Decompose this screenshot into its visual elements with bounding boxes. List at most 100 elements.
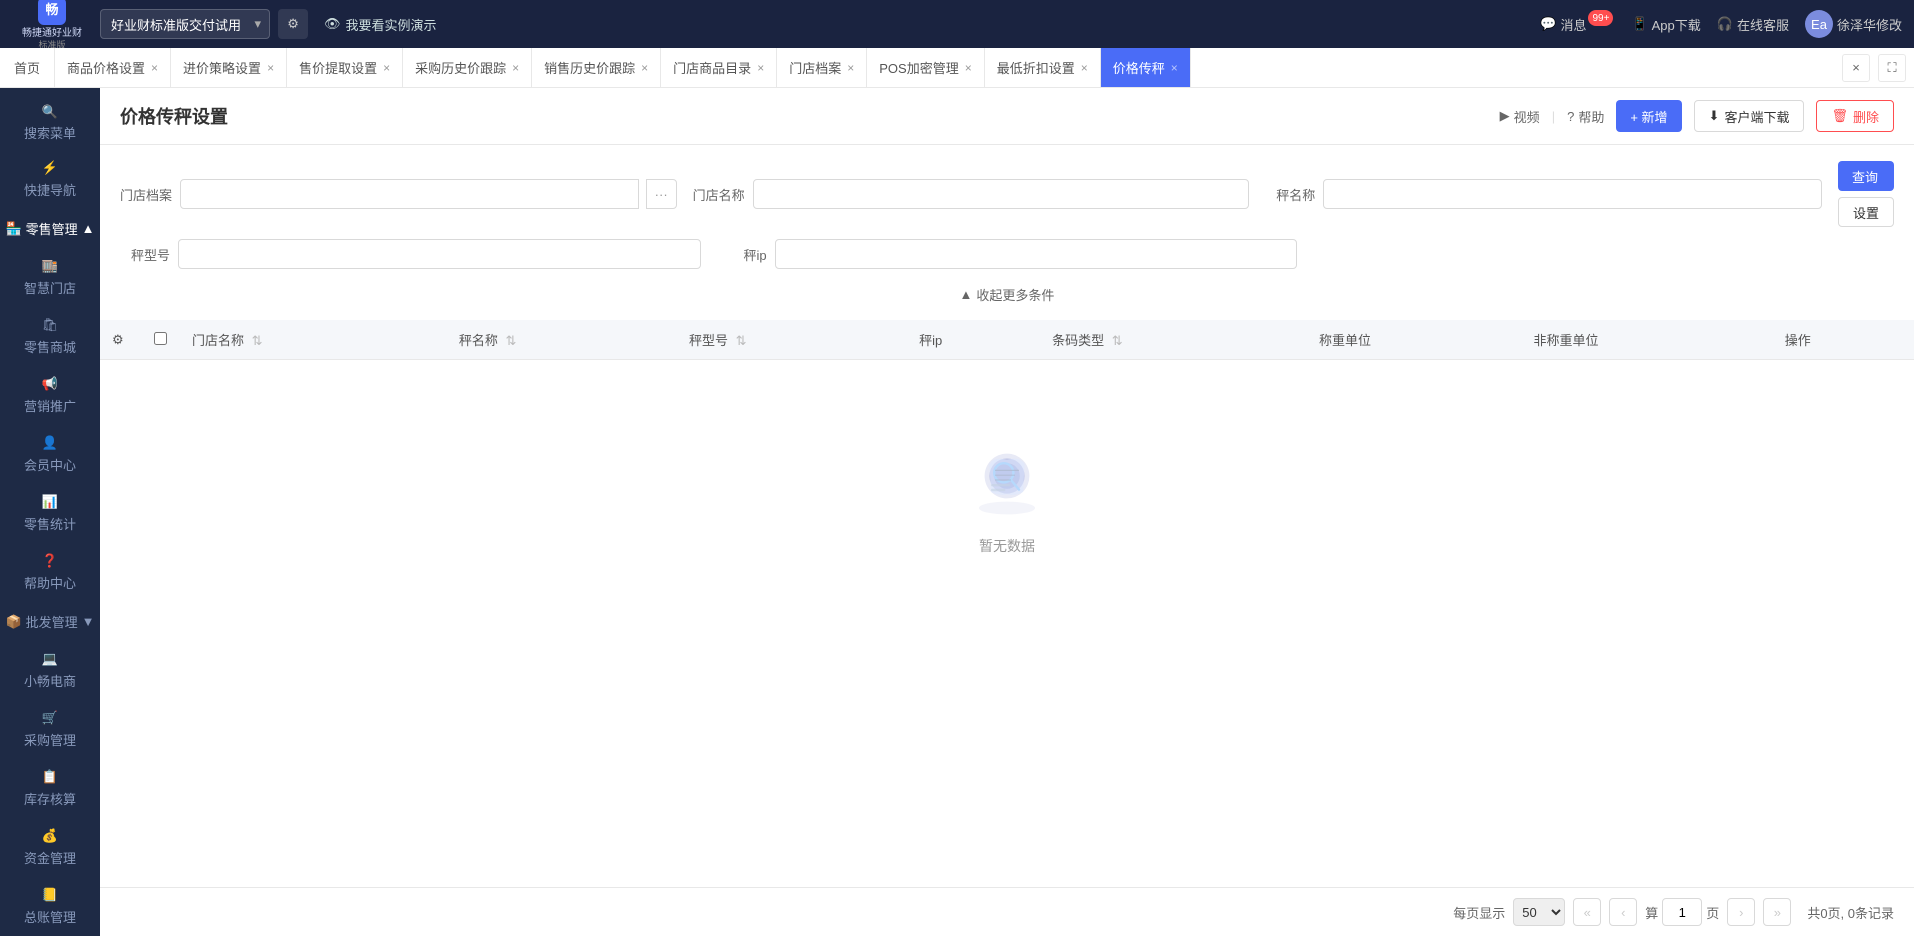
store-file-input[interactable] [180, 179, 639, 209]
tab-min-discount[interactable]: 最低折扣设置 × [985, 48, 1101, 87]
download-button[interactable]: ⬇ 客户端下载 [1694, 100, 1805, 132]
tab-price-settings[interactable]: 商品价格设置 × [55, 48, 171, 87]
add-button[interactable]: + 新增 [1616, 100, 1681, 132]
sidebar-item-member-center[interactable]: 👤 会员中心 [0, 425, 100, 484]
tab-close-purchase-history[interactable]: × [512, 61, 519, 75]
version-text: 好业财标准版交付试用 [111, 15, 241, 34]
sidebar-item-batch-manage[interactable]: 📦 批发管理 ▼ [1, 602, 98, 641]
sidebar-item-retail-mall[interactable]: 🛍 零售商城 [0, 307, 100, 366]
tab-maximize-button[interactable]: ⛶ [1878, 54, 1906, 82]
store-name-input[interactable] [753, 179, 1250, 209]
question-icon: ? [1567, 109, 1574, 124]
tab-close-price-settings[interactable]: × [151, 61, 158, 75]
tab-close-purchase-strategy[interactable]: × [267, 61, 274, 75]
sidebar-item-general-ledger[interactable]: 📒 总账管理 [0, 877, 100, 936]
last-page-button[interactable]: » [1763, 898, 1791, 926]
tab-home[interactable]: 首页 [0, 48, 55, 87]
tab-price-scale[interactable]: 价格传秤 × [1101, 48, 1191, 87]
tab-close-all-button[interactable]: × [1842, 54, 1870, 82]
scale-type-input[interactable] [178, 239, 701, 269]
tab-purchase-history[interactable]: 采购历史价跟踪 × [403, 48, 532, 87]
store-name-label: 门店名称 [693, 185, 745, 204]
download-icon: ⬇ [1709, 108, 1720, 124]
tab-bar: 首页 商品价格设置 × 进价策略设置 × 售价提取设置 × 采购历史价跟踪 × … [0, 48, 1914, 88]
sidebar-item-smart-store[interactable]: 🏬 智慧门店 [0, 248, 100, 307]
scale-ip-label: 秤ip [717, 245, 767, 264]
col-scale-name[interactable]: 秤名称 ⇅ [447, 320, 677, 360]
mall-icon: 🛍 [42, 317, 59, 333]
filter-settings-button[interactable]: 设置 [1838, 197, 1894, 227]
prev-page-button[interactable]: ‹ [1609, 898, 1637, 926]
tab-store-catalog[interactable]: 门店商品目录 × [661, 48, 777, 87]
scale-ip-input[interactable] [775, 239, 1298, 269]
next-page-button[interactable]: › [1727, 898, 1755, 926]
col-weight-unit: 称重单位 [1307, 320, 1522, 360]
page-size-select[interactable]: 50 10 20 100 [1513, 898, 1565, 926]
sidebar-item-retail-manage[interactable]: 🏪 零售管理 ▲ [0, 209, 100, 248]
sidebar-group-retail: 🏪 零售管理 ▲ [0, 209, 100, 248]
col-non-weight-unit: 非称重单位 [1522, 320, 1773, 360]
online-service-button[interactable]: 🎧 在线客服 [1717, 15, 1789, 34]
first-page-button[interactable]: « [1573, 898, 1601, 926]
tab-purchase-strategy[interactable]: 进价策略设置 × [171, 48, 287, 87]
sidebar-item-retail-stats[interactable]: 📊 零售统计 [0, 484, 100, 543]
page-size-label: 每页显示 [1453, 903, 1505, 922]
empty-state: 暂无数据 [100, 360, 1914, 636]
search-icon: 🔍 [42, 104, 58, 120]
tab-close-store-file[interactable]: × [847, 61, 854, 75]
col-store-name[interactable]: 门店名称 ⇅ [180, 320, 447, 360]
tab-close-price-scale[interactable]: × [1171, 61, 1178, 75]
tab-close-sale-pickup[interactable]: × [383, 61, 390, 75]
select-all-checkbox[interactable] [154, 332, 167, 345]
sidebar-item-mini-ecom[interactable]: 💻 小畅电商 [0, 641, 100, 700]
video-link[interactable]: ▶ 视频 [1500, 107, 1540, 126]
scale-name-label: 秤名称 [1265, 185, 1315, 204]
logo-icon: 畅 [38, 0, 66, 25]
sidebar-item-quick-nav[interactable]: ⚡ 快捷导航 [0, 150, 100, 209]
tab-store-file[interactable]: 门店档案 × [777, 48, 867, 87]
eye-icon: 👁 [324, 16, 341, 32]
col-checkbox[interactable] [140, 320, 180, 360]
gear-icon: ⚙ [287, 16, 299, 32]
tab-sale-pickup[interactable]: 售价提取设置 × [287, 48, 403, 87]
filter-row-2: 秤型号 秤ip [120, 239, 1894, 269]
chevron-down-icon: ▼ [82, 614, 95, 629]
member-icon: 👤 [42, 435, 58, 451]
store-file-dots-button[interactable]: ··· [646, 179, 677, 209]
sidebar-item-inventory[interactable]: 📋 库存核算 [0, 759, 100, 818]
sidebar-item-help-center[interactable]: ❓ 帮助中心 [0, 543, 100, 602]
help-link[interactable]: ? 帮助 [1567, 107, 1604, 126]
sidebar-item-marketing[interactable]: 📢 营销推广 [0, 366, 100, 425]
sidebar-item-fund-manage[interactable]: 💰 资金管理 [0, 818, 100, 877]
scale-name-field: 秤名称 [1265, 179, 1822, 209]
message-button[interactable]: 💬 消息 99+ [1540, 15, 1615, 34]
retail-icon: 🏪 [5, 221, 21, 237]
sidebar-search[interactable]: 🔍 搜索菜单 [18, 96, 82, 150]
col-settings[interactable]: ⚙ [100, 320, 140, 360]
page-number-input[interactable] [1662, 898, 1702, 926]
version-selector[interactable]: 好业财标准版交付试用 ▾ [100, 9, 270, 39]
marketing-icon: 📢 [42, 376, 58, 392]
sidebar-item-purchase-manage[interactable]: 🛒 采购管理 [0, 700, 100, 759]
settings-icon: ⚙ [112, 332, 124, 347]
user-area[interactable]: Ea 徐泽华修改 [1805, 10, 1902, 38]
tab-sale-history[interactable]: 销售历史价跟踪 × [532, 48, 661, 87]
tab-pos-manage[interactable]: POS加密管理 × [867, 48, 984, 87]
tab-close-pos-manage[interactable]: × [965, 61, 972, 75]
col-barcode-type[interactable]: 条码类型 ⇅ [1040, 320, 1307, 360]
delete-button[interactable]: 🗑 删除 [1816, 100, 1894, 132]
tab-close-sale-history[interactable]: × [641, 61, 648, 75]
settings-button[interactable]: ⚙ [278, 9, 308, 39]
scale-name-input[interactable] [1323, 179, 1822, 209]
next-page-icon: › [1739, 905, 1743, 920]
col-scale-type[interactable]: 秤型号 ⇅ [677, 320, 907, 360]
demo-button[interactable]: 👁 我要看实例演示 [316, 11, 445, 38]
filter-area: 门店档案 ··· 门店名称 秤名称 查询 [100, 145, 1914, 320]
query-button[interactable]: 查询 [1838, 161, 1894, 191]
tab-close-min-discount[interactable]: × [1081, 61, 1088, 75]
download-icon: 📱 [1631, 16, 1647, 32]
app-download-button[interactable]: 📱 App下载 [1631, 15, 1700, 34]
tab-close-store-catalog[interactable]: × [757, 61, 764, 75]
empty-state-row: 暂无数据 [100, 360, 1914, 637]
collapse-button[interactable]: ▲ 收起更多条件 [120, 281, 1894, 312]
